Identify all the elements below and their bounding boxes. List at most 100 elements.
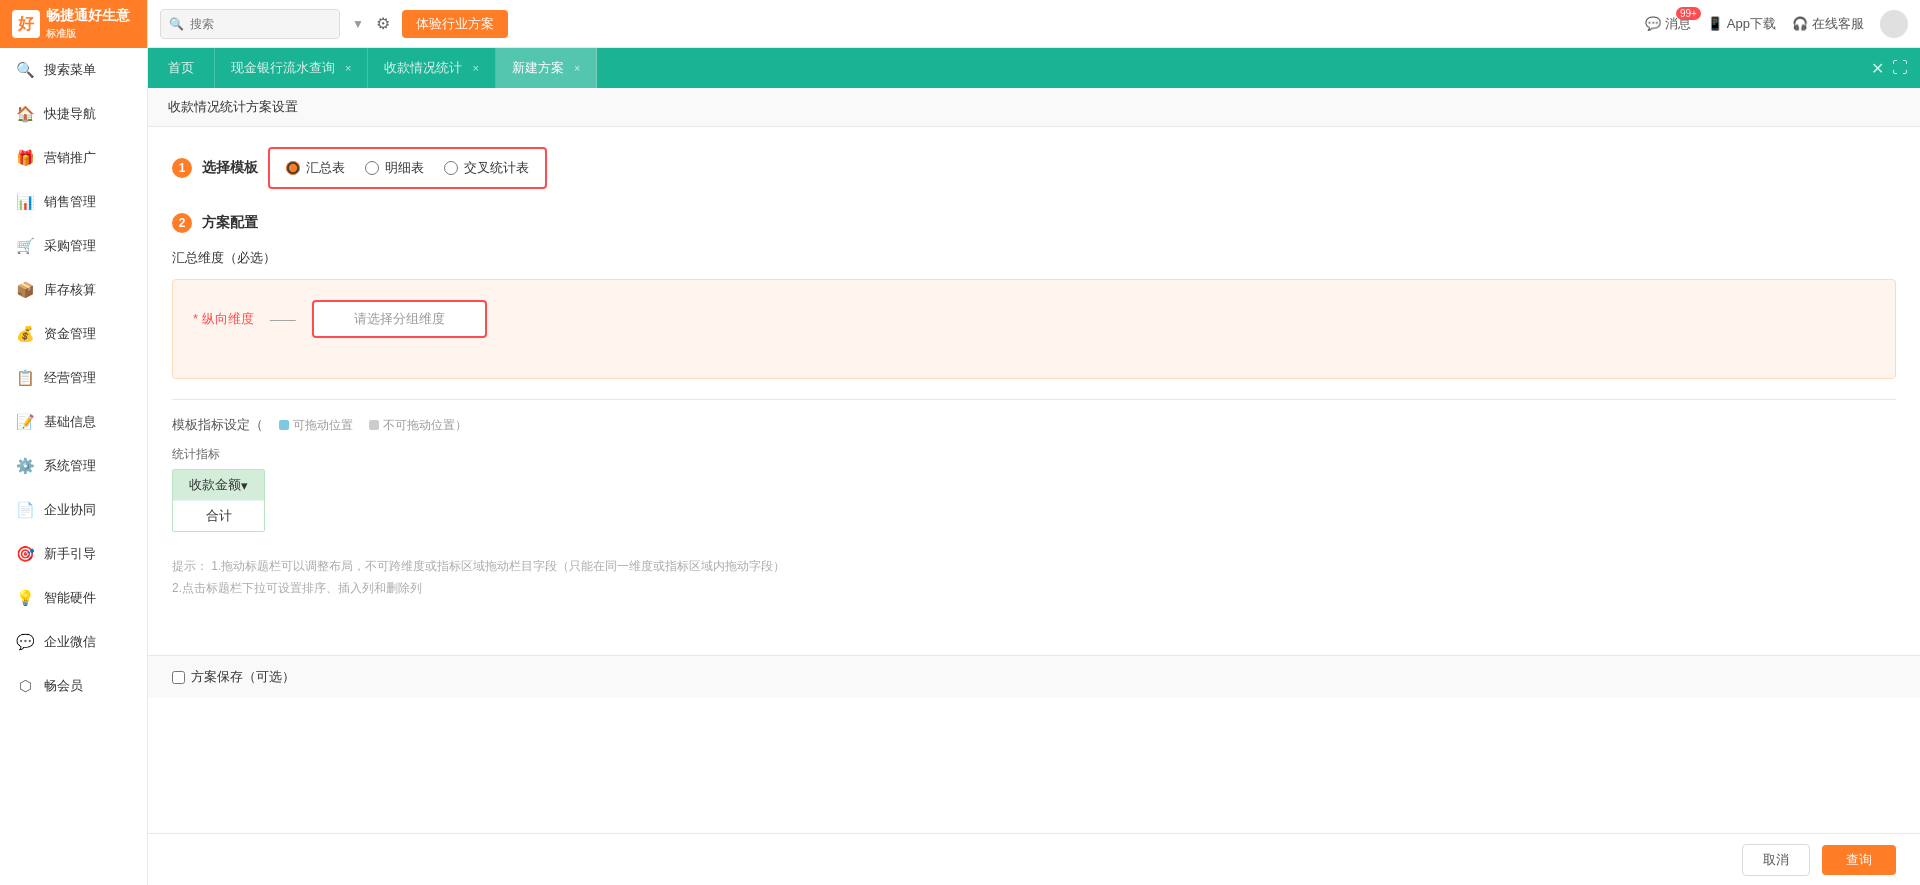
app-download-btn[interactable]: 📱 App下载	[1707, 15, 1776, 33]
radio-summary[interactable]: 汇总表	[286, 159, 345, 177]
draggable-label: 可拖动位置	[293, 417, 353, 434]
drag-dot-blue-icon	[279, 420, 289, 430]
sidebar-item-label: 经营管理	[44, 369, 96, 387]
topbar: 🔍 ▼ ⚙ 体验行业方案 💬 消息 99+ 📱 App下载 🎧 在线客服	[148, 0, 1920, 48]
sidebar-item-operation[interactable]: 📋 经营管理	[0, 356, 147, 400]
non-draggable-indicator: 不可拖动位置）	[369, 417, 467, 434]
sidebar-item-marketing[interactable]: 🎁 营销推广	[0, 136, 147, 180]
settings-gear-icon[interactable]: ⚙	[376, 14, 390, 33]
chart-icon: 📊	[16, 193, 34, 211]
page-wrapper: 收款情况统计方案设置 1 选择模板 汇总表	[148, 88, 1920, 848]
metrics-dropdown-icon[interactable]: ▾	[241, 478, 248, 493]
tab-payment-label: 收款情况统计	[384, 59, 462, 77]
sidebar-item-quick-nav[interactable]: 🏠 快捷导航	[0, 92, 147, 136]
sidebar-item-basic[interactable]: 📝 基础信息	[0, 400, 147, 444]
sidebar-item-wechat[interactable]: 💬 企业微信	[0, 620, 147, 664]
user-avatar[interactable]	[1880, 10, 1908, 38]
drag-dot-gray-icon	[369, 420, 379, 430]
doc-icon: 📝	[16, 413, 34, 431]
service-btn[interactable]: 🎧 在线客服	[1792, 15, 1864, 33]
sidebar-item-label: 销售管理	[44, 193, 96, 211]
query-button[interactable]: 查询	[1822, 845, 1896, 875]
step1-title: 选择模板	[202, 159, 258, 177]
step1-number: 1	[172, 158, 192, 178]
radio-cross[interactable]: 交叉统计表	[444, 159, 529, 177]
chat-icon: 💬	[16, 633, 34, 651]
dimension-area: * 纵向维度 —— 请选择分组维度	[172, 279, 1896, 379]
action-bar: 取消 查询	[148, 833, 1920, 885]
tab-bank-close-icon[interactable]: ×	[345, 62, 351, 74]
sidebar-item-label: 智能硬件	[44, 589, 96, 607]
radio-detail-input[interactable]	[365, 161, 379, 175]
money-icon: 💰	[16, 325, 34, 343]
metrics-label: 模板指标设定（	[172, 416, 263, 434]
tab-home[interactable]: 首页	[148, 48, 215, 88]
metrics-table-header[interactable]: 收款金额 ▾	[173, 470, 264, 500]
home-icon: 🏠	[16, 105, 34, 123]
save-plan-label: 方案保存（可选）	[191, 668, 295, 686]
metrics-table-row: 合计	[173, 500, 264, 531]
sidebar-item-guide[interactable]: 🎯 新手引导	[0, 532, 147, 576]
step2-header: 2 方案配置	[172, 213, 1896, 233]
metrics-section: 模板指标设定（ 可拖动位置 不可拖动位置）	[172, 399, 1896, 611]
sidebar-item-finance[interactable]: 💰 资金管理	[0, 312, 147, 356]
sidebar-item-sales[interactable]: 📊 销售管理	[0, 180, 147, 224]
sidebar-item-system[interactable]: ⚙️ 系统管理	[0, 444, 147, 488]
tab-payment-close-icon[interactable]: ×	[472, 62, 478, 74]
radio-detail[interactable]: 明细表	[365, 159, 424, 177]
tips-line1: 提示： 1.拖动标题栏可以调整布局，不可跨维度或指标区域拖动栏目字段（只能在同一…	[172, 556, 1896, 578]
dimension-select-box[interactable]: 请选择分组维度	[312, 300, 487, 338]
search-icon: 🔍	[169, 17, 184, 31]
sidebar-item-inventory[interactable]: 📦 库存核算	[0, 268, 147, 312]
sidebar-item-purchase[interactable]: 🛒 采购管理	[0, 224, 147, 268]
radio-summary-input[interactable]	[286, 161, 300, 175]
page-content: 1 选择模板 汇总表 明细表	[148, 127, 1920, 655]
sidebar-item-member[interactable]: ⬡ 畅会员	[0, 664, 147, 708]
sidebar-item-label: 采购管理	[44, 237, 96, 255]
step1-section: 1 选择模板 汇总表 明细表	[172, 147, 1896, 189]
tips-section: 提示： 1.拖动标题栏可以调整布局，不可跨维度或指标区域拖动栏目字段（只能在同一…	[172, 544, 1896, 611]
non-draggable-label: 不可拖动位置）	[383, 417, 467, 434]
close-window-icon[interactable]: ✕	[1871, 59, 1884, 78]
maximize-icon[interactable]: ⛶	[1892, 59, 1908, 77]
metrics-header: 模板指标设定（ 可拖动位置 不可拖动位置）	[172, 416, 1896, 434]
sidebar-item-label: 库存核算	[44, 281, 96, 299]
save-plan-checkbox[interactable]	[172, 671, 185, 684]
dimension-config-label: 汇总维度（必选）	[172, 249, 1896, 267]
sidebar-item-label: 资金管理	[44, 325, 96, 343]
topbar-search[interactable]: 🔍	[160, 9, 340, 39]
service-label: 在线客服	[1812, 15, 1864, 33]
step1-header: 1 选择模板 汇总表 明细表	[172, 147, 1896, 189]
dropdown-arrow-icon[interactable]: ▼	[352, 17, 364, 31]
tab-new-close-icon[interactable]: ×	[574, 62, 580, 74]
draggable-indicator: 可拖动位置	[279, 417, 353, 434]
radio-summary-label: 汇总表	[306, 159, 345, 177]
message-badge: 99+	[1676, 7, 1701, 20]
search-input[interactable]	[190, 17, 331, 31]
tab-bank-query[interactable]: 现金银行流水查询 ×	[215, 48, 368, 88]
step2-title: 方案配置	[202, 214, 258, 232]
target-icon: 🎯	[16, 545, 34, 563]
tab-new-plan[interactable]: 新建方案 ×	[496, 48, 597, 88]
sidebar-item-hardware[interactable]: 💡 智能硬件	[0, 576, 147, 620]
sidebar-item-collab[interactable]: 📄 企业协同	[0, 488, 147, 532]
sidebar-item-label: 企业微信	[44, 633, 96, 651]
logo-text: 畅捷通好生意	[46, 7, 130, 25]
sidebar-item-search[interactable]: 🔍 搜索菜单	[0, 48, 147, 92]
industry-btn[interactable]: 体验行业方案	[402, 10, 508, 38]
content-area: 收款情况统计方案设置 1 选择模板 汇总表	[148, 88, 1920, 885]
message-btn[interactable]: 💬 消息 99+	[1645, 15, 1691, 33]
logo-badge: 标准版	[46, 27, 130, 41]
tab-new-label: 新建方案	[512, 59, 564, 77]
radio-detail-label: 明细表	[385, 159, 424, 177]
metrics-table-header-text: 收款金额	[189, 476, 241, 494]
dimension-arrow: ——	[270, 312, 296, 327]
sidebar-item-label: 搜索菜单	[44, 61, 96, 79]
step2-section: 2 方案配置 汇总维度（必选） * 纵向维度 —— 请选择分组维度	[172, 213, 1896, 611]
sidebar-item-label: 企业协同	[44, 501, 96, 519]
metrics-table-row-text: 合计	[206, 508, 232, 523]
tab-payment-stats[interactable]: 收款情况统计 ×	[368, 48, 495, 88]
cart-icon: 🛒	[16, 237, 34, 255]
cancel-button[interactable]: 取消	[1742, 844, 1810, 876]
radio-cross-input[interactable]	[444, 161, 458, 175]
